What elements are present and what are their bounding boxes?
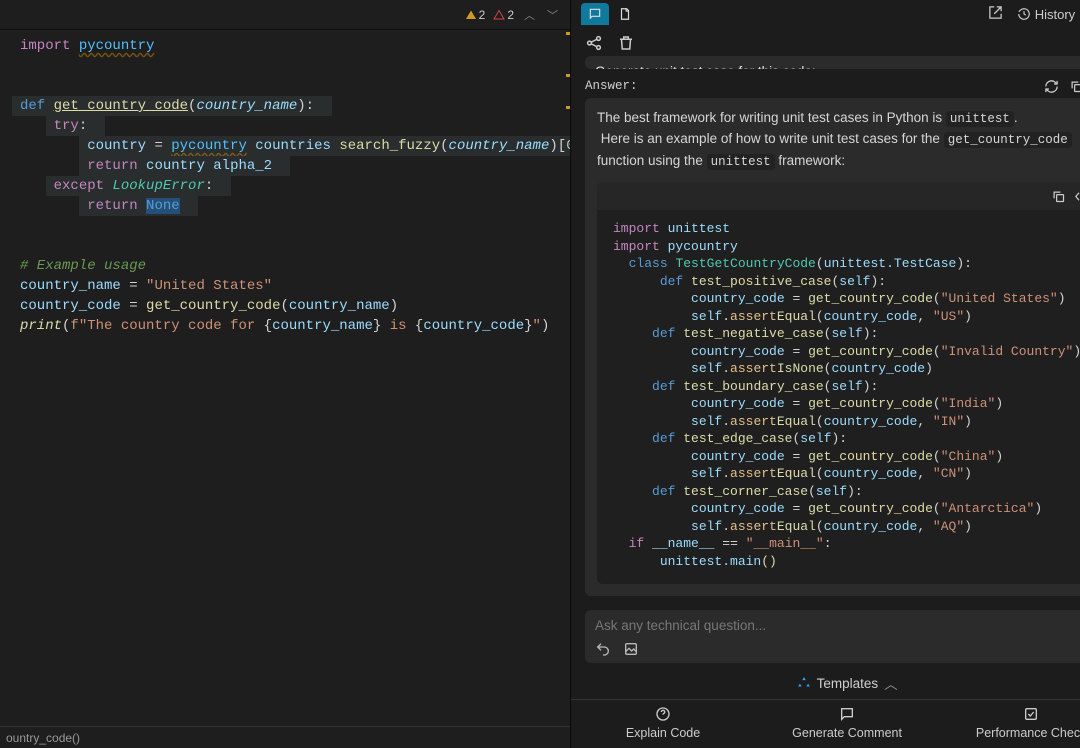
- chat-input[interactable]: [595, 618, 1080, 633]
- editor-crumb[interactable]: ountry_code(): [0, 726, 570, 748]
- assistant-panel: History Generate unit test case for this…: [570, 0, 1080, 748]
- inline-code: unittest: [946, 111, 1014, 127]
- answer-header: Answer:: [571, 77, 1080, 98]
- attach-image-icon[interactable]: [623, 641, 639, 657]
- trash-icon[interactable]: [617, 34, 635, 52]
- chat-bubble-icon: [588, 7, 602, 21]
- query-card: Generate unit test case for this code: c…: [585, 56, 1080, 69]
- message-toolbar: [571, 28, 1080, 56]
- inline-code: unittest: [707, 154, 775, 170]
- next-marker-button[interactable]: ﹀: [545, 7, 560, 23]
- copy-icon[interactable]: [1069, 79, 1080, 94]
- query-title: Generate unit test case for this code:: [585, 56, 1080, 69]
- history-button[interactable]: History: [1017, 7, 1075, 22]
- warning-triangle-outline-icon: [493, 9, 505, 21]
- footer-actions: Explain Code Generate Comment Performanc…: [571, 699, 1080, 748]
- open-external-icon[interactable]: [988, 5, 1003, 23]
- help-icon: [655, 706, 671, 722]
- chevron-up-icon: ︿: [884, 673, 898, 693]
- templates-icon: [797, 676, 811, 690]
- refresh-icon[interactable]: [1044, 79, 1059, 94]
- warning-triangle-icon: [465, 9, 477, 21]
- code-editor-pane: 2 2 ︿ ﹀ import pycountry def get_country…: [0, 0, 570, 748]
- chat-tab[interactable]: [581, 3, 609, 25]
- warning-count-orange[interactable]: 2: [465, 8, 486, 22]
- chat-input-toolbar: [595, 641, 1080, 657]
- code-editor[interactable]: import pycountry def get_country_code(co…: [0, 30, 570, 726]
- answer-card: The best framework for writing unit test…: [585, 98, 1080, 596]
- copy-code-icon[interactable]: [1051, 189, 1066, 204]
- code-block-toolbar: [597, 182, 1080, 210]
- insert-code-icon[interactable]: [1074, 189, 1080, 204]
- history-icon: [1017, 7, 1031, 21]
- check-icon: [1023, 706, 1039, 722]
- warning-count-red[interactable]: 2: [493, 8, 514, 22]
- assistant-header: History: [571, 0, 1080, 28]
- chat-input-card: [585, 610, 1080, 663]
- templates-toggle[interactable]: Templates ︿: [571, 663, 1080, 699]
- prev-marker-button[interactable]: ︿: [522, 7, 537, 23]
- code-block: import unittest import pycountry class T…: [597, 182, 1080, 584]
- comment-icon: [839, 706, 855, 722]
- generated-code[interactable]: import unittest import pycountry class T…: [597, 210, 1080, 584]
- document-icon: [618, 7, 632, 21]
- document-tab[interactable]: [611, 3, 639, 25]
- undo-icon[interactable]: [595, 641, 611, 657]
- explain-code-button[interactable]: Explain Code: [571, 700, 755, 748]
- performance-check-button[interactable]: Performance Check: [939, 700, 1080, 748]
- inline-code: get_country_code: [944, 132, 1072, 148]
- generate-comment-button[interactable]: Generate Comment: [755, 700, 939, 748]
- editor-topbar: 2 2 ︿ ﹀: [0, 0, 570, 30]
- share-icon[interactable]: [585, 34, 603, 52]
